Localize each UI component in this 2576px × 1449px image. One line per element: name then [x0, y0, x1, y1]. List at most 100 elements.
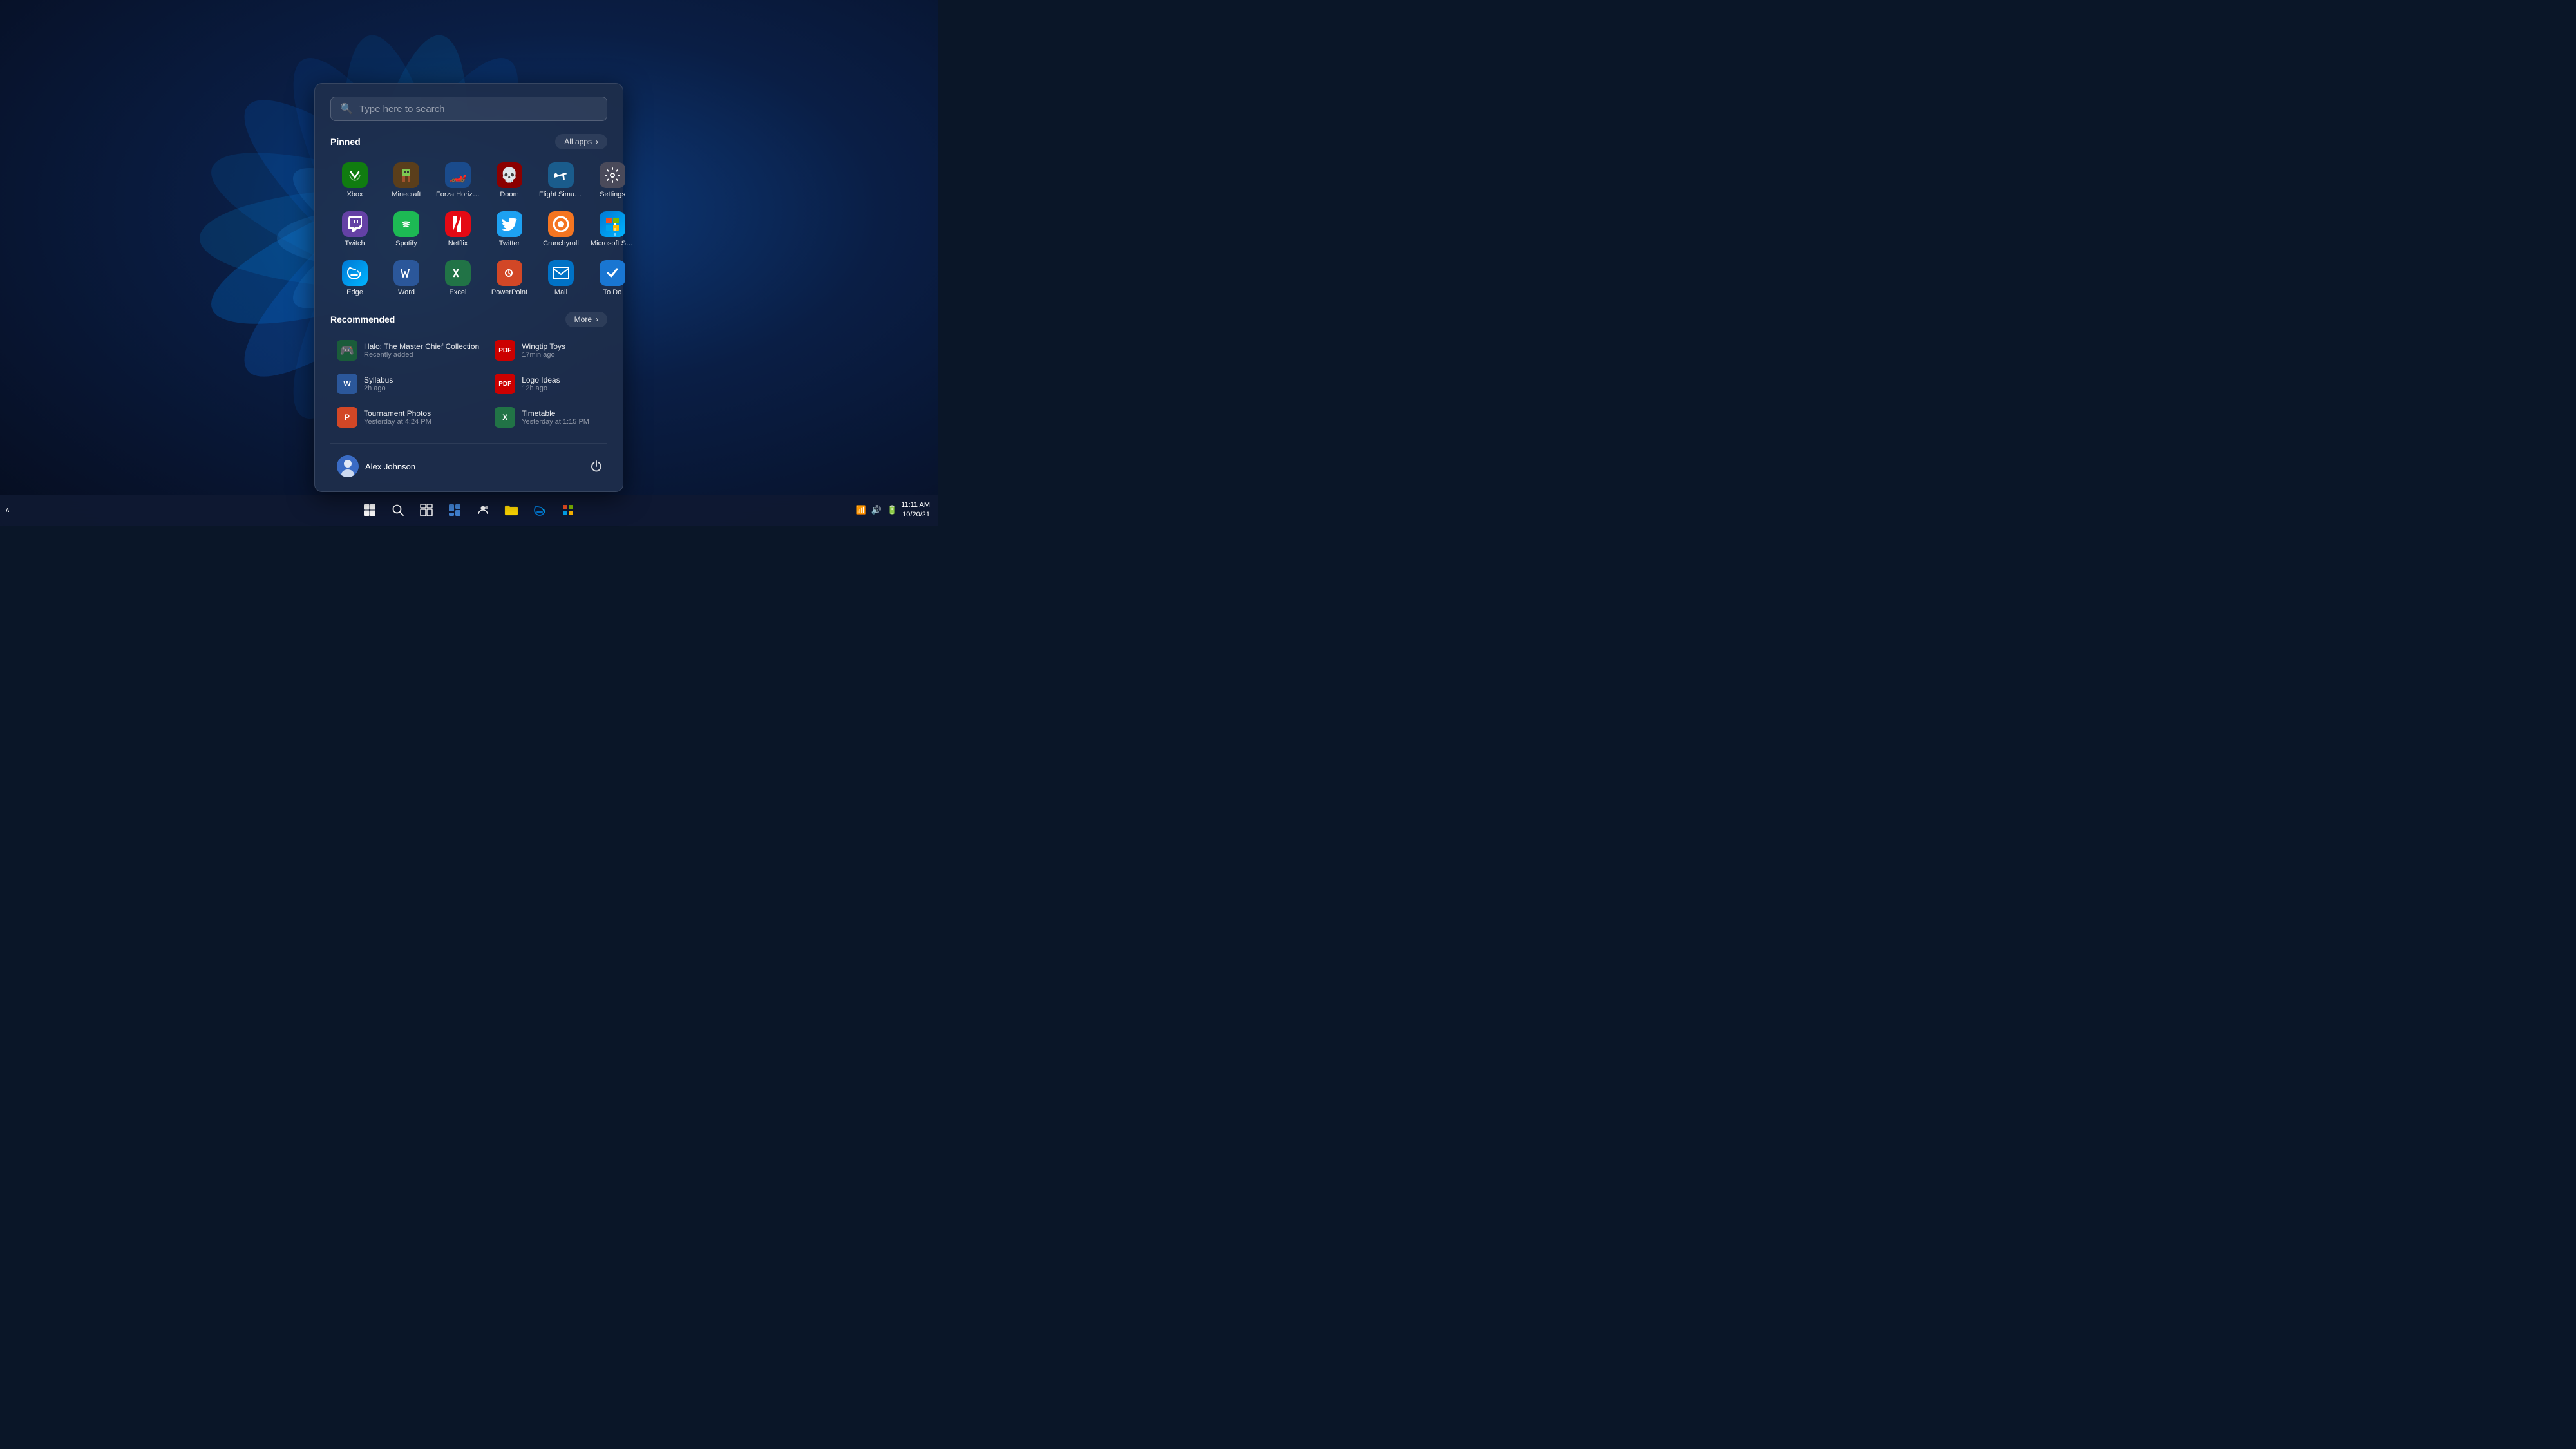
rec-icon-timetable: X	[495, 407, 515, 428]
app-label-netflix: Netflix	[436, 240, 480, 247]
pinned-app-twitter[interactable]: Twitter	[485, 206, 534, 252]
pinned-app-excel[interactable]: Excel	[433, 255, 482, 301]
pinned-app-microsoft-store[interactable]: Microsoft Store	[588, 206, 637, 252]
app-label-spotify: Spotify	[384, 240, 428, 247]
app-icon-microsoft-store	[600, 211, 625, 237]
recommended-title: Recommended	[330, 314, 395, 325]
app-icon-todo	[600, 260, 625, 286]
rec-item-tournament-photos[interactable]: P Tournament Photos Yesterday at 4:24 PM	[330, 402, 486, 433]
time-display: 11:11 AM	[901, 500, 930, 510]
rec-time-logo-ideas: 12h ago	[522, 384, 601, 392]
pinned-app-flight-simulator[interactable]: Flight Simulator	[536, 157, 585, 204]
search-placeholder[interactable]: Type here to search	[359, 104, 598, 115]
app-icon-word	[393, 260, 419, 286]
rec-item-syllabus[interactable]: W Syllabus 2h ago	[330, 368, 486, 399]
taskbar-taskview-button[interactable]	[413, 497, 439, 523]
rec-info-logo-ideas: Logo Ideas 12h ago	[522, 375, 601, 392]
more-button[interactable]: More ›	[565, 312, 607, 327]
pinned-app-settings[interactable]: Settings	[588, 157, 637, 204]
system-clock[interactable]: 11:11 AM 10/20/21	[901, 500, 930, 520]
rec-time-timetable: Yesterday at 1:15 PM	[522, 418, 601, 426]
app-icon-forza: 🏎️	[445, 162, 471, 188]
pinned-app-powerpoint[interactable]: PowerPoint	[485, 255, 534, 301]
taskbar: ∧	[0, 495, 938, 526]
pinned-app-minecraft[interactable]: Minecraft	[382, 157, 431, 204]
rec-icon-logo-ideas: PDF	[495, 374, 515, 394]
power-button[interactable]	[585, 455, 607, 477]
app-label-crunchyroll: Crunchyroll	[539, 240, 583, 247]
taskbar-left: ∧	[0, 507, 10, 514]
date-display: 10/20/21	[901, 510, 930, 520]
rec-info-wingtip-toys: Wingtip Toys 17min ago	[522, 342, 601, 359]
rec-name-timetable: Timetable	[522, 409, 601, 418]
taskbar-edge-button[interactable]	[527, 497, 553, 523]
user-name: Alex Johnson	[365, 462, 415, 471]
app-label-xbox: Xbox	[333, 191, 377, 198]
user-bar: Alex Johnson	[330, 443, 607, 481]
rec-info-timetable: Timetable Yesterday at 1:15 PM	[522, 409, 601, 426]
rec-time-syllabus: 2h ago	[364, 384, 479, 392]
user-profile[interactable]: Alex Johnson	[330, 451, 422, 481]
pinned-app-edge[interactable]: Edge	[330, 255, 379, 301]
rec-name-wingtip-toys: Wingtip Toys	[522, 342, 601, 351]
app-icon-xbox	[342, 162, 368, 188]
taskbar-search-button[interactable]	[385, 497, 411, 523]
rec-info-tournament-photos: Tournament Photos Yesterday at 4:24 PM	[364, 409, 479, 426]
rec-info-halo: Halo: The Master Chief Collection Recent…	[364, 342, 479, 359]
battery-icon[interactable]: 🔋	[887, 505, 897, 515]
more-label: More	[574, 315, 592, 324]
pinned-app-forza[interactable]: 🏎️ Forza Horizon 4	[433, 157, 482, 204]
all-apps-button[interactable]: All apps ›	[555, 134, 607, 149]
rec-item-timetable[interactable]: X Timetable Yesterday at 1:15 PM	[488, 402, 607, 433]
pinned-app-crunchyroll[interactable]: Crunchyroll	[536, 206, 585, 252]
page-dot-1	[614, 223, 616, 225]
pinned-app-spotify[interactable]: Spotify	[382, 206, 431, 252]
search-icon: 🔍	[340, 102, 353, 115]
rec-item-halo[interactable]: 🎮 Halo: The Master Chief Collection Rece…	[330, 335, 486, 366]
pinned-app-doom[interactable]: 💀 Doom	[485, 157, 534, 204]
page-dot-3	[614, 233, 616, 236]
volume-icon[interactable]: 🔊	[871, 505, 882, 515]
pinned-app-todo[interactable]: To Do	[588, 255, 637, 301]
pinned-grid: Xbox Minecraft 🏎️ Forza Horizon 4 💀 Doom…	[330, 157, 607, 301]
app-icon-mail	[548, 260, 574, 286]
app-icon-doom: 💀	[497, 162, 522, 188]
app-icon-twitch	[342, 211, 368, 237]
rec-icon-halo: 🎮	[337, 340, 357, 361]
taskbar-right: 📶 🔊 🔋 11:11 AM 10/20/21	[856, 500, 938, 520]
taskbar-widgets-button[interactable]	[442, 497, 468, 523]
system-tray-expand[interactable]: ∧	[5, 507, 10, 514]
search-bar[interactable]: 🔍 Type here to search	[330, 97, 607, 121]
app-label-settings: Settings	[591, 191, 634, 198]
taskbar-store-button[interactable]	[555, 497, 581, 523]
rec-name-halo: Halo: The Master Chief Collection	[364, 342, 479, 351]
pinned-app-xbox[interactable]: Xbox	[330, 157, 379, 204]
app-label-doom: Doom	[488, 191, 531, 198]
page-dot-2	[614, 228, 616, 231]
recommended-section-header: Recommended More ›	[330, 312, 607, 327]
pinned-app-netflix[interactable]: Netflix	[433, 206, 482, 252]
wifi-icon[interactable]: 📶	[856, 505, 866, 515]
rec-name-logo-ideas: Logo Ideas	[522, 375, 601, 384]
rec-item-logo-ideas[interactable]: PDF Logo Ideas 12h ago	[488, 368, 607, 399]
rec-item-wingtip-toys[interactable]: PDF Wingtip Toys 17min ago	[488, 335, 607, 366]
pinned-title: Pinned	[330, 137, 361, 147]
taskbar-explorer-button[interactable]	[498, 497, 524, 523]
app-label-forza: Forza Horizon 4	[436, 191, 480, 198]
app-icon-crunchyroll	[548, 211, 574, 237]
pinned-section-header: Pinned All apps ›	[330, 134, 607, 149]
recommended-grid: 🎮 Halo: The Master Chief Collection Rece…	[330, 335, 607, 433]
rec-icon-syllabus: W	[337, 374, 357, 394]
taskbar-start-button[interactable]	[357, 497, 383, 523]
rec-time-tournament-photos: Yesterday at 4:24 PM	[364, 418, 479, 426]
app-icon-flight-simulator	[548, 162, 574, 188]
rec-icon-wingtip-toys: PDF	[495, 340, 515, 361]
pinned-app-word[interactable]: Word	[382, 255, 431, 301]
page-dots	[614, 223, 616, 236]
app-label-microsoft-store: Microsoft Store	[591, 240, 634, 247]
all-apps-label: All apps	[564, 137, 592, 146]
recommended-section: Recommended More › 🎮 Halo: The Master Ch…	[330, 312, 607, 433]
pinned-app-twitch[interactable]: Twitch	[330, 206, 379, 252]
pinned-app-mail[interactable]: Mail	[536, 255, 585, 301]
taskbar-teams-button[interactable]	[470, 497, 496, 523]
